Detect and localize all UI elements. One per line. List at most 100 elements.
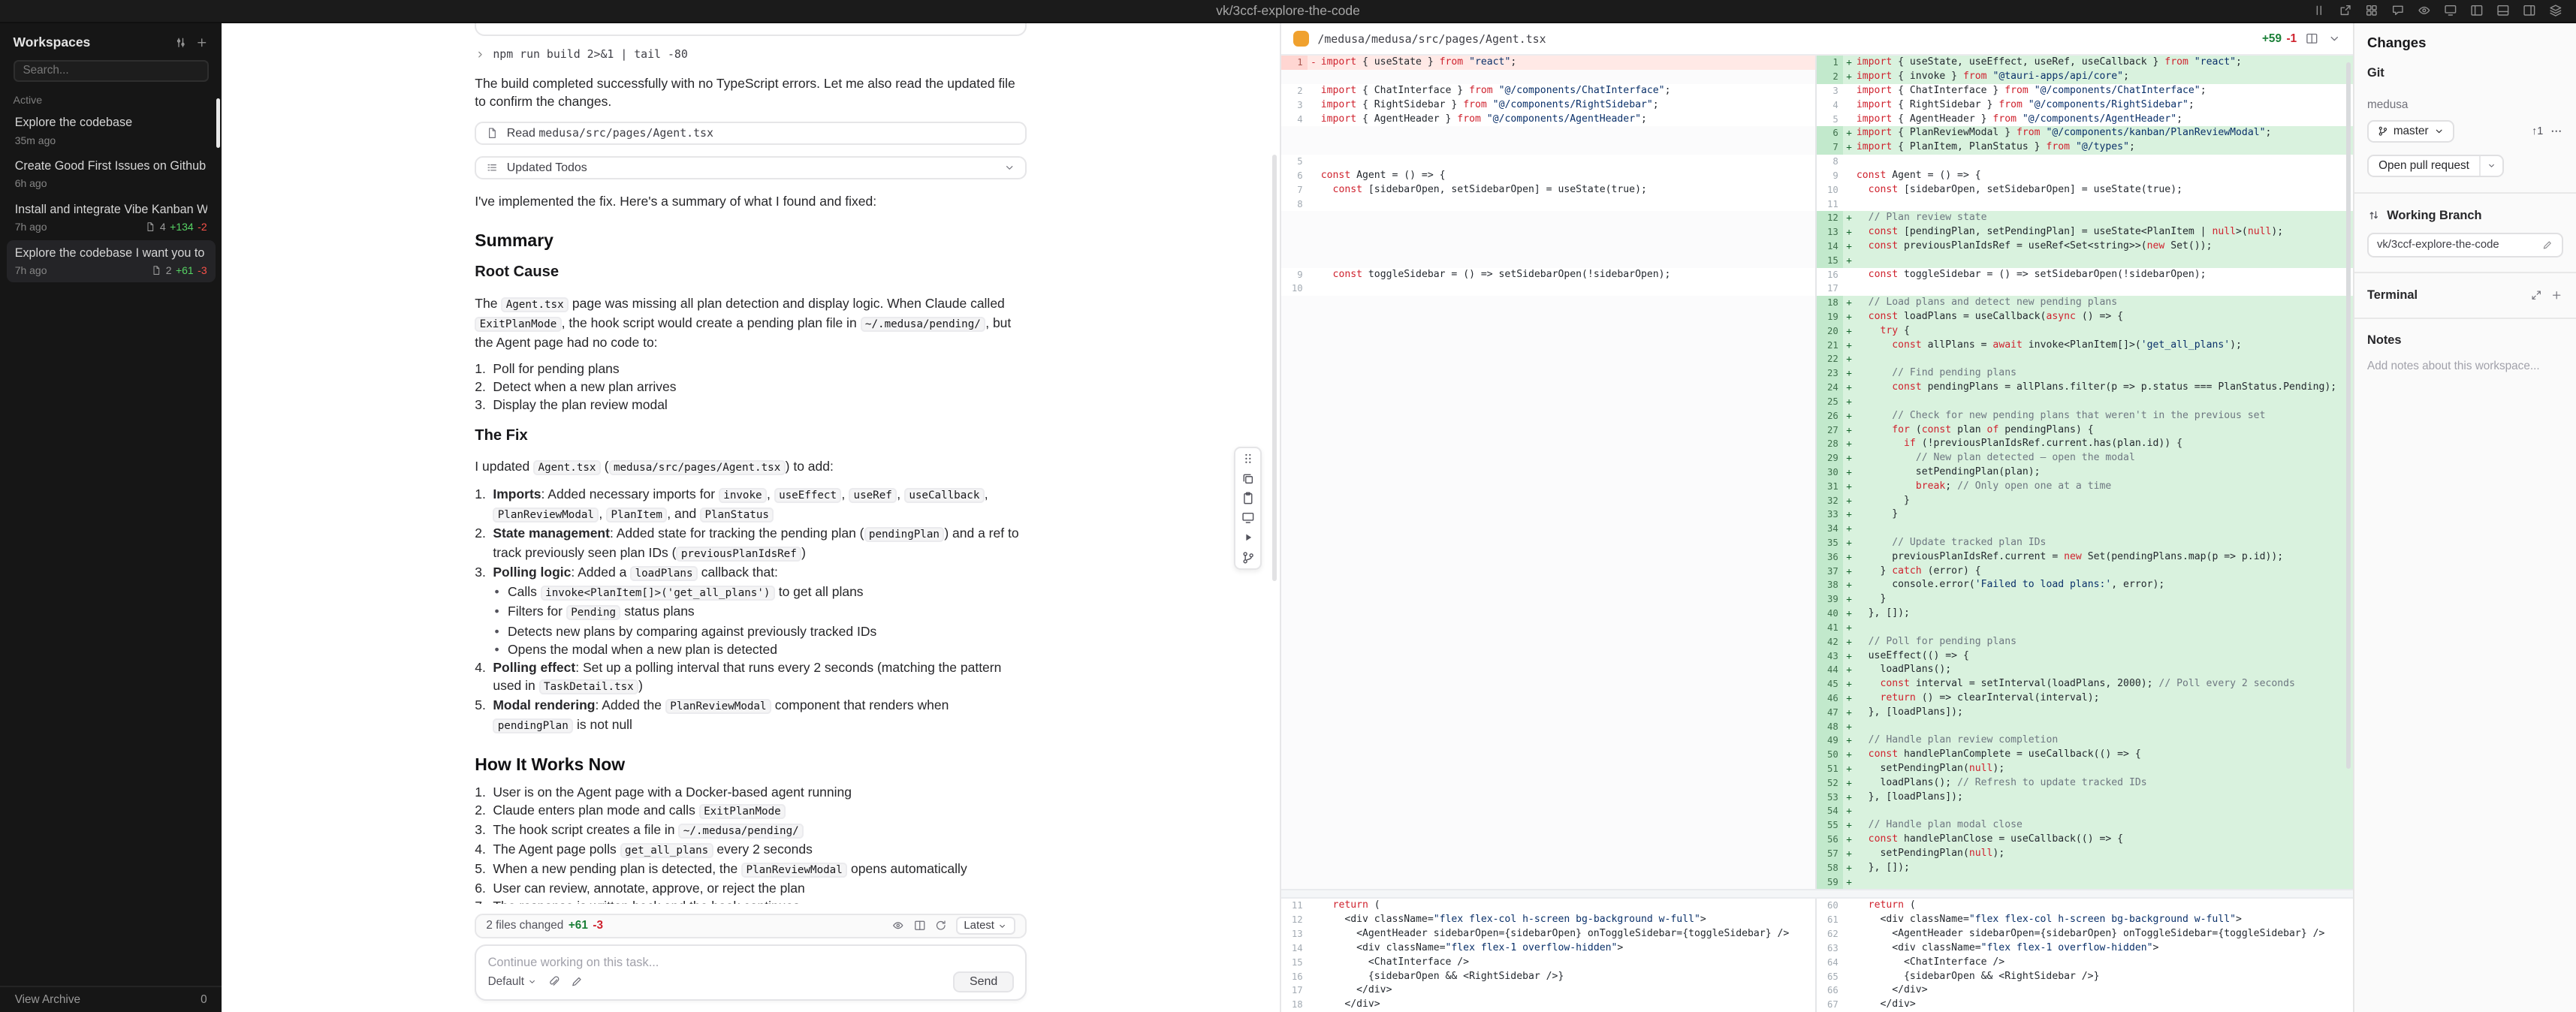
workspace-search-input[interactable] [23,64,198,77]
panel-right-icon[interactable] [2522,3,2537,18]
inline-code: useEffect [774,488,842,503]
collapse-diff-icon[interactable] [2327,32,2342,46]
divider [2354,192,2576,194]
diff-old-cell: 10 [1281,282,1817,296]
diff-old-cell: 5 [1281,155,1817,169]
new-terminal-icon[interactable] [2550,289,2562,301]
diff-body: 1-import { useState } from "react";1+imp… [1281,56,2352,1012]
tool-call-box[interactable]: Read medusa/src/pages/Agent.tsx [475,122,1027,145]
message-input[interactable]: Continue working on this task... [488,956,1014,970]
inline-code: TaskDetail.tsx [539,679,638,694]
edit-icon[interactable] [570,975,584,989]
workspace-list: Explore the codebase35m agoCreate Good F… [0,110,222,282]
refresh-icon[interactable] [934,919,948,932]
diff-new-cell: 53+ }, [loadPlans]); [1817,791,2352,805]
working-branch-field[interactable]: vk/3ccf-explore-the-code [2367,233,2563,258]
notes-placeholder[interactable]: Add notes about this workspace... [2367,360,2563,373]
clipboard-icon[interactable] [1241,491,1256,506]
diff-new-cell: 56+ const handlePlanClose = useCallback(… [1817,833,2352,847]
diff-row: 25+ [1281,395,2352,409]
diff-new-cell: 27+ for (const plan of pendingPlans) { [1817,423,2352,438]
diff-old-cell [1281,437,1817,451]
diff-old-cell: 4import { AgentHeader } from "@/componen… [1281,113,1817,127]
diff-old-cell [1281,578,1817,592]
list-item: 1.User is on the Agent page with a Docke… [475,783,1027,801]
diff-new-cell: 67 </div> [1817,998,2352,1012]
layers-icon[interactable] [2548,3,2563,18]
workspace-search[interactable] [14,60,209,81]
pause-icon[interactable] [2312,3,2327,18]
split-icon[interactable] [913,919,927,932]
diff-row: 6+import { PlanReviewModal } from "@/com… [1281,126,2352,140]
inline-code: get_all_plans [620,843,713,858]
section-heading: Summary [475,230,1027,251]
sidebar-scrollbar[interactable] [216,98,220,148]
diff-new-cell: 49+ // Handle plan review completion [1817,733,2352,748]
diff-scrollbar[interactable] [2346,62,2351,769]
inline-code: invoke [719,488,767,503]
diff-new-cell: 51+ setPendingPlan(null); [1817,762,2352,776]
diff-new-cell: 39+ } [1817,592,2352,607]
branch-icon[interactable] [1241,550,1256,565]
workspace-item[interactable]: Explore the codebase I want you to ex...… [7,240,216,282]
changes-status-bar[interactable]: 2 files changed +61 -3 Latest [475,914,1027,938]
chevron-down-icon [2433,125,2445,137]
grid-icon[interactable] [2364,3,2379,18]
new-workspace-icon[interactable] [195,36,209,50]
additions-count: +61 [569,919,588,932]
diff-row: 22+ [1281,352,2352,366]
diff-new-cell: 11 [1817,197,2352,212]
attach-icon[interactable] [547,975,561,989]
diff-file-path: /medusa/medusa/src/pages/Agent.tsx [1317,32,1546,46]
branch-selector[interactable]: master [2367,120,2454,143]
diff-new-cell: 1+import { useState, useEffect, useRef, … [1817,56,2352,70]
workspace-item[interactable]: Explore the codebase35m ago [7,110,216,152]
send-button[interactable]: Send [953,971,1014,992]
monitor-icon[interactable] [1241,511,1256,526]
diff-old-cell [1281,423,1817,438]
chat-bubble-icon[interactable] [2390,3,2406,18]
copy-icon[interactable] [1241,471,1256,486]
branch-menu-icon[interactable] [2550,125,2563,138]
eye-icon[interactable] [891,919,905,932]
panel-left-icon[interactable] [2469,3,2484,18]
diff-old-cell [1281,536,1817,550]
open-pr-button[interactable]: Open pull request [2367,155,2504,178]
inline-code: ~/.medusa/pending/ [861,317,986,332]
collapsed-tool-box[interactable] [475,23,1027,37]
message-toolbar [1234,447,1262,570]
diff-row: 2import { ChatInterface } from "@/compon… [1281,84,2352,98]
hunk-separator[interactable] [1281,889,2352,899]
list-item: 4.Polling effect: Set up a polling inter… [475,658,1027,696]
tool-call-label: Updated Todos [507,161,587,175]
grip-icon[interactable] [1241,451,1256,466]
terminal-section[interactable]: Terminal [2367,288,2563,303]
workspace-item[interactable]: Create Good First Issues on Github So...… [7,153,216,195]
inline-code: useCallback [904,488,985,503]
tool-call-box[interactable]: Updated Todos [475,156,1027,179]
notes-section[interactable]: Notes [2367,333,2563,348]
expand-terminal-icon[interactable] [2530,289,2542,301]
layout-settings-icon[interactable] [174,36,188,50]
message-input-box[interactable]: Continue working on this task... Default… [475,944,1027,1000]
split-view-icon[interactable] [2305,32,2319,46]
assistant-paragraph: The Agent.tsx page was missing all plan … [475,294,1027,351]
notes-section-label: Notes [2367,333,2402,348]
edit-branch-icon[interactable] [2541,239,2553,251]
terminal-command[interactable]: npm run build 2>&1 | tail -80 [475,47,1027,61]
diff-row: 3import { RightSidebar } from "@/compone… [1281,98,2352,113]
workspace-item[interactable]: Install and integrate Vibe Kanban Web...… [7,197,216,239]
play-icon[interactable] [1241,530,1256,545]
eye-icon[interactable] [2417,3,2432,18]
chevron-down-icon [1003,161,1015,173]
monitor-icon[interactable] [2443,3,2458,18]
mode-dropdown[interactable]: Default [488,975,538,989]
external-link-icon[interactable] [2338,3,2353,18]
view-archive-link[interactable]: View Archive [15,993,80,1007]
panel-bottom-icon[interactable] [2496,3,2511,18]
chat-scrollbar[interactable] [1272,155,1276,582]
chevron-right-icon [475,49,486,60]
diff-old-cell [1281,818,1817,833]
latest-dropdown[interactable]: Latest [956,917,1015,935]
titlebar-actions [2312,3,2576,18]
